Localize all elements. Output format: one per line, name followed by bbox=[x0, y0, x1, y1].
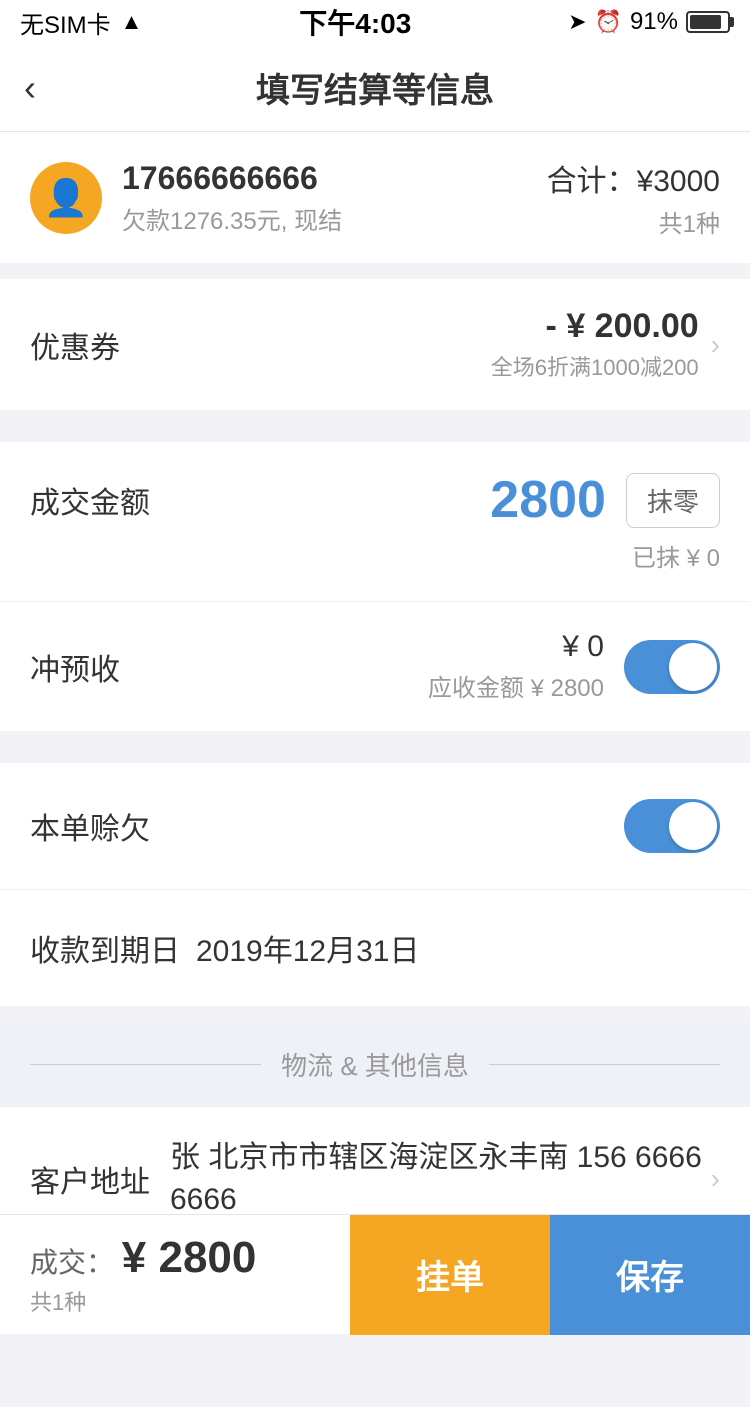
debit-section: 本单赊欠 bbox=[0, 763, 750, 889]
nav-bar: ‹ 填写结算等信息 bbox=[0, 44, 750, 132]
battery-fill bbox=[690, 15, 721, 29]
customer-phone: 17666666666 bbox=[122, 160, 342, 197]
prepaid-sub: 应收金额 ¥ 2800 bbox=[428, 668, 604, 703]
status-left: 无SIM卡 ▲ bbox=[20, 5, 142, 40]
coupon-desc: 全场6折满1000减200 bbox=[491, 350, 699, 382]
logistics-header: 物流 & 其他信息 bbox=[0, 1022, 750, 1107]
debit-toggle-thumb bbox=[669, 802, 717, 850]
prepaid-amount: ¥ 0 应收金额 ¥ 2800 bbox=[428, 630, 604, 703]
toggle-thumb bbox=[669, 643, 717, 691]
deal-sub-label: 已抹 ¥ 0 bbox=[30, 538, 720, 573]
total-amount-value: ¥3000 bbox=[637, 165, 720, 198]
prepaid-toggle[interactable] bbox=[624, 640, 720, 694]
coupon-label: 优惠券 bbox=[30, 323, 120, 367]
deal-section: 成交金额 2800 抹零 已抹 ¥ 0 bbox=[0, 442, 750, 601]
prepaid-section: 冲预收 ¥ 0 应收金额 ¥ 2800 bbox=[0, 601, 750, 731]
coupon-discount: - ¥ 200.00 全场6折满1000减200 bbox=[491, 307, 699, 382]
carrier-text: 无SIM卡 bbox=[20, 5, 111, 40]
round-off-button[interactable]: 抹零 bbox=[626, 473, 720, 528]
address-chevron-icon: › bbox=[711, 1163, 720, 1195]
bottom-count: 共1种 bbox=[30, 1285, 320, 1317]
bottom-amount-value: ¥ 2800 bbox=[122, 1233, 257, 1282]
status-time: 下午4:03 bbox=[299, 2, 411, 42]
total-label: 合计： bbox=[547, 165, 637, 198]
bottom-deal-row: 成交： ¥ 2800 bbox=[30, 1233, 320, 1283]
coupon-section[interactable]: 优惠券 - ¥ 200.00 全场6折满1000减200 › bbox=[0, 279, 750, 410]
logistics-line-left bbox=[30, 1064, 261, 1065]
deal-right: 2800 抹零 bbox=[490, 470, 720, 530]
pending-button[interactable]: 挂单 bbox=[350, 1215, 550, 1335]
prepaid-value: ¥ 0 bbox=[428, 630, 604, 664]
coupon-amount: - ¥ 200.00 bbox=[491, 307, 699, 346]
total-amount: 合计：¥3000 bbox=[547, 156, 720, 200]
save-button[interactable]: 保存 bbox=[550, 1215, 750, 1335]
alarm-icon: ⏰ bbox=[595, 9, 622, 35]
deal-label: 成交金额 bbox=[30, 478, 150, 522]
bottom-info: 成交： ¥ 2800 共1种 bbox=[0, 1233, 350, 1317]
avatar-icon: 👤 bbox=[44, 177, 89, 219]
due-date-value: 2019年12月31日 bbox=[196, 926, 419, 970]
debit-label: 本单赊欠 bbox=[30, 804, 150, 848]
coupon-right: - ¥ 200.00 全场6折满1000减200 › bbox=[491, 307, 720, 382]
status-right: ➤ ⏰ 91% bbox=[568, 8, 730, 36]
prepaid-right: ¥ 0 应收金额 ¥ 2800 bbox=[428, 630, 720, 703]
due-label: 收款到期日 bbox=[30, 926, 180, 970]
battery-bar bbox=[686, 11, 730, 33]
prepaid-row: 冲预收 ¥ 0 应收金额 ¥ 2800 bbox=[30, 630, 720, 703]
avatar: 👤 bbox=[30, 162, 102, 234]
chevron-right-icon: › bbox=[711, 329, 720, 361]
deal-amount-value: 2800 bbox=[490, 470, 606, 530]
bottom-bar: 成交： ¥ 2800 共1种 挂单 保存 bbox=[0, 1214, 750, 1334]
bottom-deal-label: 成交： bbox=[30, 1247, 114, 1278]
wifi-icon: ▲ bbox=[121, 9, 143, 35]
battery-text: 91% bbox=[630, 8, 678, 36]
customer-section: 👤 17666666666 欠款1276.35元, 现结 合计：¥3000 共1… bbox=[0, 132, 750, 263]
status-bar: 无SIM卡 ▲ 下午4:03 ➤ ⏰ 91% bbox=[0, 0, 750, 44]
customer-debt: 欠款1276.35元, 现结 bbox=[122, 201, 342, 236]
page-title: 填写结算等信息 bbox=[256, 63, 494, 112]
separator-2 bbox=[0, 731, 750, 747]
customer-left: 👤 17666666666 欠款1276.35元, 现结 bbox=[30, 160, 342, 236]
customer-info: 17666666666 欠款1276.35元, 现结 bbox=[122, 160, 342, 236]
address-label: 客户地址 bbox=[30, 1157, 150, 1201]
back-button[interactable]: ‹ bbox=[24, 67, 36, 109]
due-row: 收款到期日 2019年12月31日 bbox=[30, 926, 720, 970]
location-icon: ➤ bbox=[568, 9, 586, 35]
deal-row: 成交金额 2800 抹零 bbox=[30, 470, 720, 530]
debit-toggle[interactable] bbox=[624, 799, 720, 853]
separator-1 bbox=[0, 426, 750, 442]
due-date-section: 收款到期日 2019年12月31日 bbox=[0, 889, 750, 1006]
logistics-line-right bbox=[489, 1064, 720, 1065]
customer-total: 合计：¥3000 共1种 bbox=[547, 156, 720, 239]
total-count: 共1种 bbox=[547, 204, 720, 239]
prepaid-label: 冲预收 bbox=[30, 645, 120, 689]
logistics-title: 物流 & 其他信息 bbox=[281, 1046, 469, 1083]
address-value: 张 北京市市辖区海淀区永丰南 156 6666 6666 bbox=[170, 1137, 711, 1221]
